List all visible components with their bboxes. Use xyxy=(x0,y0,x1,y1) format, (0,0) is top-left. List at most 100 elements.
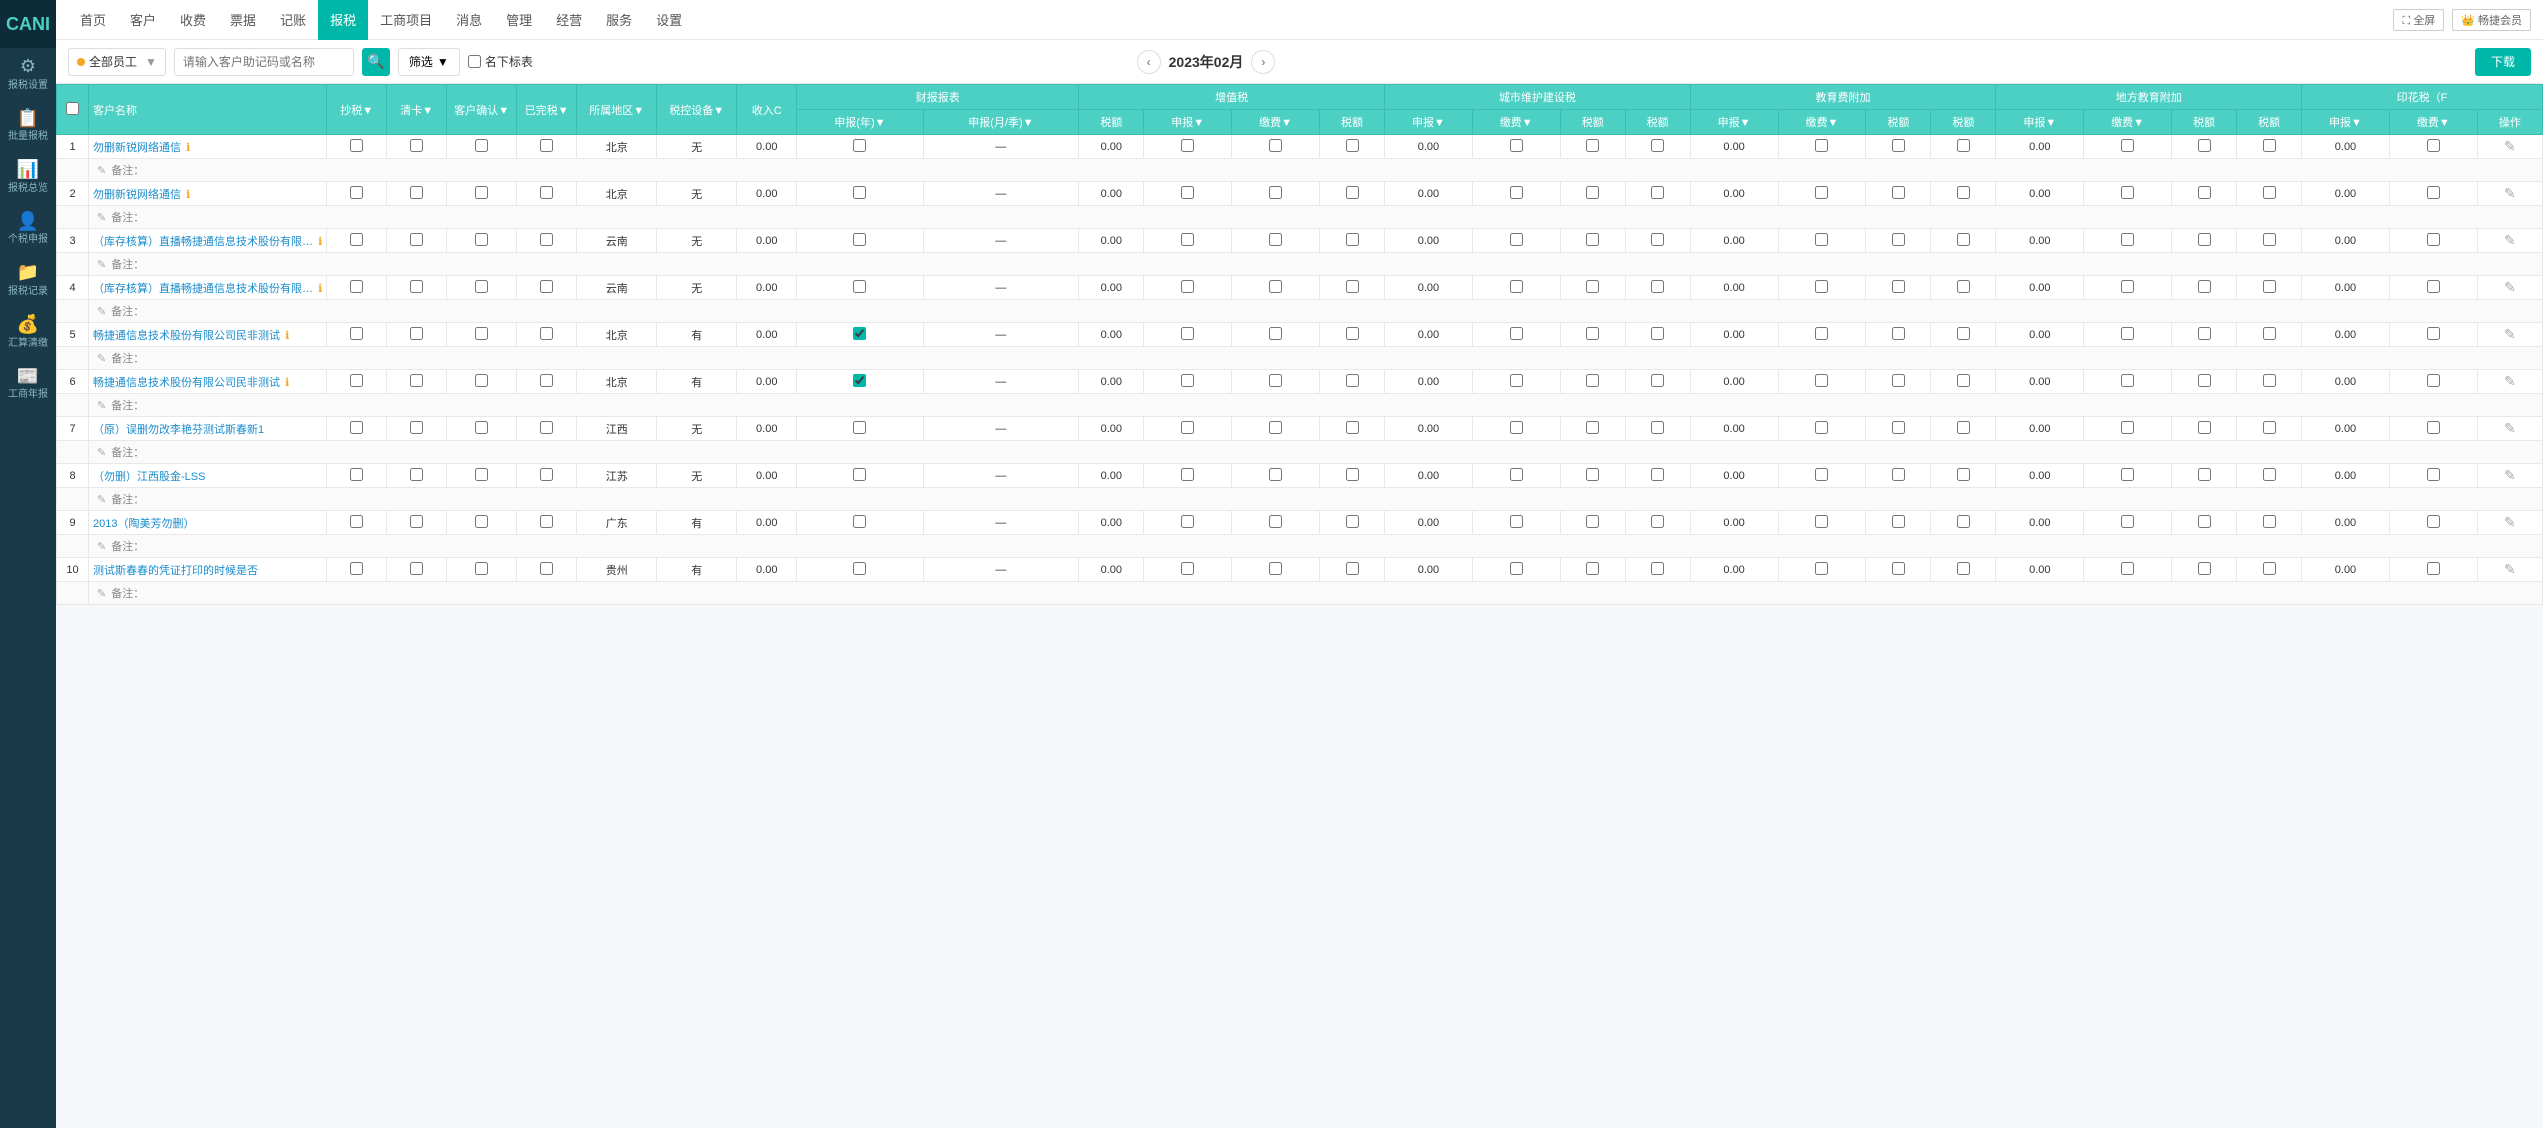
paid-checkbox[interactable] xyxy=(540,280,553,293)
zz-cell-1[interactable] xyxy=(1144,276,1232,300)
paid-checkbox[interactable] xyxy=(540,327,553,340)
jy-cell-2[interactable] xyxy=(1866,182,1931,206)
df-cb-3[interactable] xyxy=(2263,280,2276,293)
edit-icon[interactable]: ✎ xyxy=(2504,138,2516,154)
cs-cb-3[interactable] xyxy=(1651,233,1664,246)
row-chaoshui[interactable] xyxy=(327,511,387,535)
df-cell-1[interactable] xyxy=(2084,276,2172,300)
row-chaoshui[interactable] xyxy=(327,464,387,488)
row-caiwu-annual[interactable] xyxy=(797,417,923,441)
df-cell-1[interactable] xyxy=(2084,229,2172,253)
cs-cb-2[interactable] xyxy=(1586,186,1599,199)
row-chaoshui[interactable] xyxy=(327,182,387,206)
nav-settings[interactable]: 设置 xyxy=(644,0,694,40)
df-cell-2[interactable] xyxy=(2172,229,2237,253)
df-cell-3[interactable] xyxy=(2237,182,2302,206)
cs-cell-3[interactable] xyxy=(1625,464,1690,488)
cs-cb-3[interactable] xyxy=(1651,468,1664,481)
paid-checkbox[interactable] xyxy=(540,374,553,387)
confirm-checkbox[interactable] xyxy=(475,186,488,199)
df-cell-1[interactable] xyxy=(2084,417,2172,441)
cs-cb-2[interactable] xyxy=(1586,233,1599,246)
yh-shenbao-cb[interactable] xyxy=(2427,233,2440,246)
cs-cb-3[interactable] xyxy=(1651,515,1664,528)
df-cb-2[interactable] xyxy=(2198,186,2211,199)
jy-cell-1[interactable] xyxy=(1778,135,1866,159)
edit-icon[interactable]: ✎ xyxy=(2504,420,2516,436)
jy-cell-3[interactable] xyxy=(1931,464,1996,488)
df-cell-2[interactable] xyxy=(2172,370,2237,394)
zz-cb-3[interactable] xyxy=(1346,327,1359,340)
jy-cb-3[interactable] xyxy=(1957,280,1970,293)
jy-cb-2[interactable] xyxy=(1892,562,1905,575)
zz-cell-2[interactable] xyxy=(1232,511,1320,535)
yh-shenbao-cb[interactable] xyxy=(2427,327,2440,340)
df-cb-1[interactable] xyxy=(2121,374,2134,387)
sidebar-item-piliangsbaoshui[interactable]: 📋 批量报税 xyxy=(0,100,56,152)
cs-cb-3[interactable] xyxy=(1651,374,1664,387)
row-paid[interactable] xyxy=(517,276,577,300)
df-cell-2[interactable] xyxy=(2172,276,2237,300)
jy-cell-1[interactable] xyxy=(1778,370,1866,394)
chaoshui-checkbox[interactable] xyxy=(350,374,363,387)
cs-cell-3[interactable] xyxy=(1625,182,1690,206)
zz-cell-3[interactable] xyxy=(1320,323,1385,347)
jy-cb-3[interactable] xyxy=(1957,374,1970,387)
zz-cb-2[interactable] xyxy=(1269,139,1282,152)
zz-cb-2[interactable] xyxy=(1269,186,1282,199)
row-chaoshui[interactable] xyxy=(327,323,387,347)
confirm-checkbox[interactable] xyxy=(475,327,488,340)
paid-checkbox[interactable] xyxy=(540,186,553,199)
jy-cb-1[interactable] xyxy=(1815,233,1828,246)
chaoshui-checkbox[interactable] xyxy=(350,421,363,434)
zz-cb-1[interactable] xyxy=(1181,468,1194,481)
df-cb-2[interactable] xyxy=(2198,562,2211,575)
yh-shenbao[interactable] xyxy=(2389,135,2477,159)
jy-cell-2[interactable] xyxy=(1866,323,1931,347)
row-paid[interactable] xyxy=(517,182,577,206)
vip-button[interactable]: 👑 畅捷会员 xyxy=(2452,9,2531,31)
jy-cb-2[interactable] xyxy=(1892,421,1905,434)
jy-cb-2[interactable] xyxy=(1892,327,1905,340)
cs-cb-1[interactable] xyxy=(1510,139,1523,152)
yh-shenbao[interactable] xyxy=(2389,182,2477,206)
df-cb-2[interactable] xyxy=(2198,139,2211,152)
yh-shenbao[interactable] xyxy=(2389,558,2477,582)
zz-cb-2[interactable] xyxy=(1269,421,1282,434)
filter-button[interactable]: 筛选 ▼ xyxy=(398,48,460,76)
row-confirm[interactable] xyxy=(447,276,517,300)
zz-cell-1[interactable] xyxy=(1144,417,1232,441)
row-confirm[interactable] xyxy=(447,323,517,347)
caiwu-annual-cb[interactable] xyxy=(853,186,866,199)
paid-checkbox[interactable] xyxy=(540,233,553,246)
zz-cell-2[interactable] xyxy=(1232,229,1320,253)
zz-cb-1[interactable] xyxy=(1181,280,1194,293)
jy-cb-1[interactable] xyxy=(1815,421,1828,434)
nav-service[interactable]: 服务 xyxy=(594,0,644,40)
nav-revenue[interactable]: 收费 xyxy=(168,0,218,40)
zz-cb-1[interactable] xyxy=(1181,562,1194,575)
yh-caozuo[interactable]: ✎ xyxy=(2477,323,2542,347)
cs-cb-1[interactable] xyxy=(1510,186,1523,199)
yh-shenbao[interactable] xyxy=(2389,417,2477,441)
cs-cell-1[interactable] xyxy=(1472,323,1560,347)
zz-cell-3[interactable] xyxy=(1320,276,1385,300)
df-cb-3[interactable] xyxy=(2263,327,2276,340)
zz-cell-3[interactable] xyxy=(1320,135,1385,159)
yh-caozuo[interactable]: ✎ xyxy=(2477,135,2542,159)
jy-cell-2[interactable] xyxy=(1866,558,1931,582)
jy-cb-2[interactable] xyxy=(1892,468,1905,481)
jy-cb-3[interactable] xyxy=(1957,562,1970,575)
row-chaoshui[interactable] xyxy=(327,276,387,300)
cs-cell-1[interactable] xyxy=(1472,417,1560,441)
cs-cell-3[interactable] xyxy=(1625,417,1690,441)
zz-cell-1[interactable] xyxy=(1144,370,1232,394)
confirm-checkbox[interactable] xyxy=(475,421,488,434)
caiwu-annual-cb[interactable] xyxy=(853,468,866,481)
yh-caozuo[interactable]: ✎ xyxy=(2477,464,2542,488)
row-caiwu-annual[interactable] xyxy=(797,464,923,488)
yh-caozuo[interactable]: ✎ xyxy=(2477,511,2542,535)
row-paid[interactable] xyxy=(517,464,577,488)
chaoshui-checkbox[interactable] xyxy=(350,327,363,340)
sidebar-item-baoshujilu[interactable]: 📁 报税记录 xyxy=(0,254,56,306)
